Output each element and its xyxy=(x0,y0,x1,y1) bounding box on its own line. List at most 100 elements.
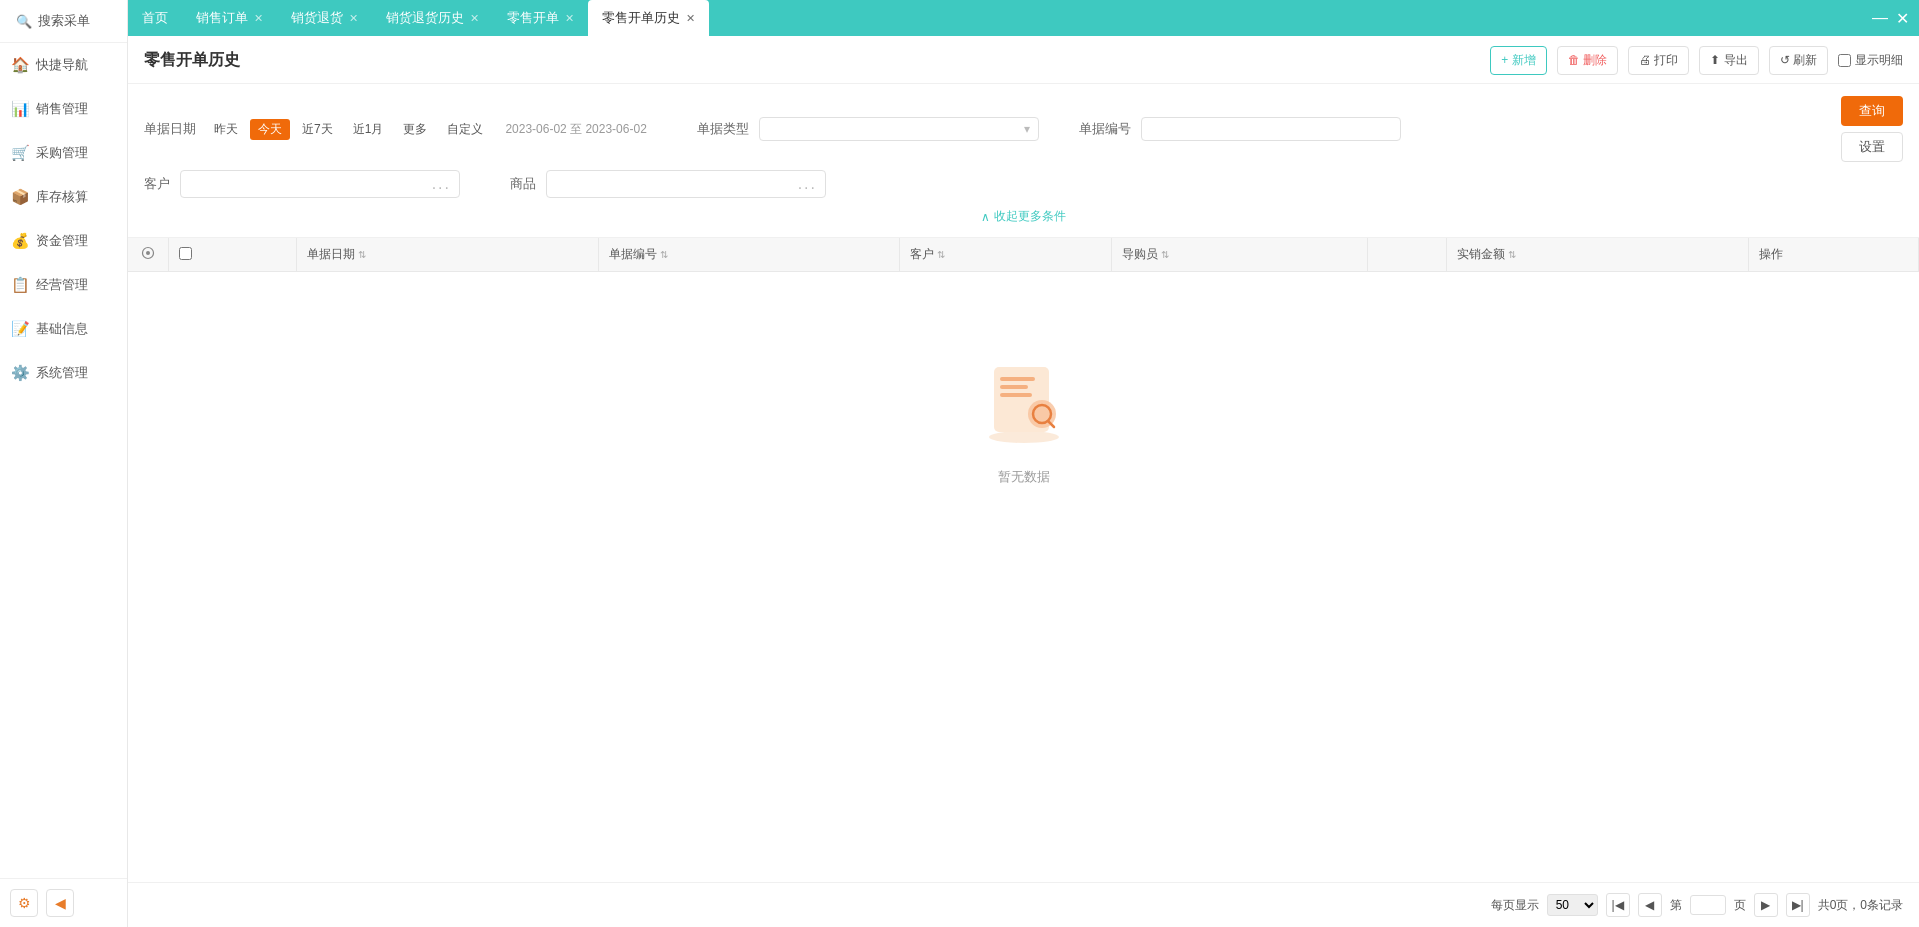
tab-close-icon[interactable]: ✕ xyxy=(349,12,358,25)
prev-page-btn[interactable]: ◀ xyxy=(1638,893,1662,917)
show-detail-input[interactable] xyxy=(1838,54,1851,67)
first-page-btn[interactable]: |◀ xyxy=(1606,893,1630,917)
page-header: 零售开单历史 + 新增 🗑 删除 🖨 打印 ⬆ 导出 ↺ 刷新 显示明细 xyxy=(128,36,1919,84)
date-btn-yesterday[interactable]: 昨天 xyxy=(206,119,246,140)
collapse-filter-btn[interactable]: ∧ 收起更多条件 xyxy=(981,208,1066,225)
filter-row-2: 客户 ... 商品 ... xyxy=(144,170,1903,198)
settings-icon: ⚙️ xyxy=(10,363,30,383)
tab-sales-return-history[interactable]: 销货退货历史 ✕ xyxy=(372,0,493,36)
home-icon: 🏠 xyxy=(10,55,30,75)
number-col-label: 单据编号 xyxy=(609,246,657,263)
tab-close-icon[interactable]: ✕ xyxy=(686,12,695,25)
goods-filter-label: 商品 xyxy=(510,175,536,193)
action-col-label: 操作 xyxy=(1759,247,1783,261)
purchase-icon: 🛒 xyxy=(10,143,30,163)
show-detail-checkbox[interactable]: 显示明细 xyxy=(1838,52,1903,69)
query-button[interactable]: 查询 xyxy=(1841,96,1903,126)
page-number-input[interactable]: 1 xyxy=(1690,895,1726,915)
sort-customer[interactable]: 客户 ⇅ xyxy=(910,246,945,263)
type-filter-select[interactable]: ▾ xyxy=(759,117,1039,141)
sort-amount[interactable]: 实销金额 ⇅ xyxy=(1457,246,1516,263)
date-filter-buttons: 昨天 今天 近7天 近1月 更多 自定义 xyxy=(206,119,491,140)
tab-retail-history-label: 零售开单历史 xyxy=(602,9,680,27)
table-customer-th[interactable]: 客户 ⇅ xyxy=(900,238,1111,272)
sort-icon: ⇅ xyxy=(1161,249,1169,260)
sidebar-item-label: 销售管理 xyxy=(36,100,88,118)
sidebar-item-quick-nav[interactable]: 🏠 快捷导航 xyxy=(0,43,127,87)
filter-settings-button[interactable]: 设置 xyxy=(1841,132,1903,162)
tab-close-icon[interactable]: ✕ xyxy=(254,12,263,25)
content-area: 零售开单历史 + 新增 🗑 删除 🖨 打印 ⬆ 导出 ↺ 刷新 显示明细 单据日… xyxy=(128,36,1919,927)
data-table: 单据日期 ⇅ 单据编号 ⇅ 客户 xyxy=(128,238,1919,272)
sidebar-item-label: 经营管理 xyxy=(36,276,88,294)
sort-date[interactable]: 单据日期 ⇅ xyxy=(307,246,366,263)
delete-button[interactable]: 🗑 删除 xyxy=(1557,46,1618,75)
per-page-label: 每页显示 xyxy=(1491,897,1539,914)
sidebar-search[interactable]: 🔍 搜索采单 xyxy=(0,0,127,43)
goods-dots-icon[interactable]: ... xyxy=(798,175,817,193)
sort-number[interactable]: 单据编号 ⇅ xyxy=(609,246,668,263)
date-btn-more[interactable]: 更多 xyxy=(395,119,435,140)
sidebar-item-finance[interactable]: 💰 资金管理 xyxy=(0,219,127,263)
date-btn-custom[interactable]: 自定义 xyxy=(439,119,491,140)
tab-sales-order-label: 销售订单 xyxy=(196,9,248,27)
sidebar-item-inventory[interactable]: 📦 库存核算 xyxy=(0,175,127,219)
date-btn-today[interactable]: 今天 xyxy=(250,119,290,140)
number-filter-input[interactable] xyxy=(1141,117,1401,141)
add-button[interactable]: + 新增 xyxy=(1490,46,1546,75)
tab-sales-return-label: 销货退货 xyxy=(291,9,343,27)
tab-close-icon[interactable]: ✕ xyxy=(470,12,479,25)
table-number-th[interactable]: 单据编号 ⇅ xyxy=(598,238,900,272)
export-button[interactable]: ⬆ 导出 xyxy=(1699,46,1758,75)
pagination-bar: 每页显示 50 100 |◀ ◀ 第 1 页 ▶ ▶| 共0页，0条记录 xyxy=(128,882,1919,927)
table-header-row: 单据日期 ⇅ 单据编号 ⇅ 客户 xyxy=(128,238,1919,272)
tab-retail-history[interactable]: 零售开单历史 ✕ xyxy=(588,0,709,36)
tab-close-icon[interactable]: ✕ xyxy=(565,12,574,25)
sidebar-item-sales-mgmt[interactable]: 📊 销售管理 xyxy=(0,87,127,131)
sort-icon: ⇅ xyxy=(358,249,366,260)
sidebar-item-label: 系统管理 xyxy=(36,364,88,382)
table-date-th[interactable]: 单据日期 ⇅ xyxy=(296,238,598,272)
sidebar-item-label: 采购管理 xyxy=(36,144,88,162)
guide-col-label: 导购员 xyxy=(1122,246,1158,263)
date-btn-7days[interactable]: 近7天 xyxy=(294,119,341,140)
sort-icon: ⇅ xyxy=(660,249,668,260)
inventory-icon: 📦 xyxy=(10,187,30,207)
sidebar-collapse-btn[interactable]: ◀ xyxy=(46,889,74,917)
sidebar-item-basic-info[interactable]: 📝 基础信息 xyxy=(0,307,127,351)
last-page-btn[interactable]: ▶| xyxy=(1786,893,1810,917)
main-area: 首页 销售订单 ✕ 销货退货 ✕ 销货退货历史 ✕ 零售开单 ✕ 零售开单历史 … xyxy=(128,0,1919,927)
per-page-select[interactable]: 50 100 xyxy=(1547,894,1598,916)
tab-sales-return-history-label: 销货退货历史 xyxy=(386,9,464,27)
tab-home[interactable]: 首页 xyxy=(128,0,182,36)
date-btn-1month[interactable]: 近1月 xyxy=(345,119,392,140)
next-page-btn[interactable]: ▶ xyxy=(1754,893,1778,917)
svg-point-1 xyxy=(146,251,150,255)
empty-icon xyxy=(974,352,1074,452)
table-guide-th[interactable]: 导购员 ⇅ xyxy=(1111,238,1368,272)
refresh-button[interactable]: ↺ 刷新 xyxy=(1769,46,1828,75)
tab-sales-return[interactable]: 销货退货 ✕ xyxy=(277,0,372,36)
search-icon: 🔍 xyxy=(16,14,32,29)
table-checkbox-th[interactable] xyxy=(168,238,296,272)
window-minimize-icon[interactable]: — xyxy=(1872,9,1888,27)
sidebar-item-sys-mgmt[interactable]: ⚙️ 系统管理 xyxy=(0,351,127,395)
customer-col-label: 客户 xyxy=(910,246,934,263)
sidebar-settings-btn[interactable]: ⚙ xyxy=(10,889,38,917)
customer-dots-icon[interactable]: ... xyxy=(432,175,451,193)
print-button[interactable]: 🖨 打印 xyxy=(1628,46,1689,75)
sort-icon: ⇅ xyxy=(1508,249,1516,260)
sidebar-item-operations[interactable]: 📋 经营管理 xyxy=(0,263,127,307)
select-all-checkbox[interactable] xyxy=(179,247,192,260)
tab-retail-open[interactable]: 零售开单 ✕ xyxy=(493,0,588,36)
sidebar-item-purchase-mgmt[interactable]: 🛒 采购管理 xyxy=(0,131,127,175)
tab-sales-order[interactable]: 销售订单 ✕ xyxy=(182,0,277,36)
table-settings-th[interactable] xyxy=(128,238,168,272)
sort-guide[interactable]: 导购员 ⇅ xyxy=(1122,246,1169,263)
window-close-icon[interactable]: ✕ xyxy=(1896,9,1909,28)
table-amount-th[interactable]: 实销金额 ⇅ xyxy=(1447,238,1749,272)
date-range-display: 2023-06-02 至 2023-06-02 xyxy=(505,121,646,138)
tab-bar-right: — ✕ xyxy=(1872,9,1919,28)
finance-icon: 💰 xyxy=(10,231,30,251)
chevron-up-icon: ∧ xyxy=(981,210,990,224)
